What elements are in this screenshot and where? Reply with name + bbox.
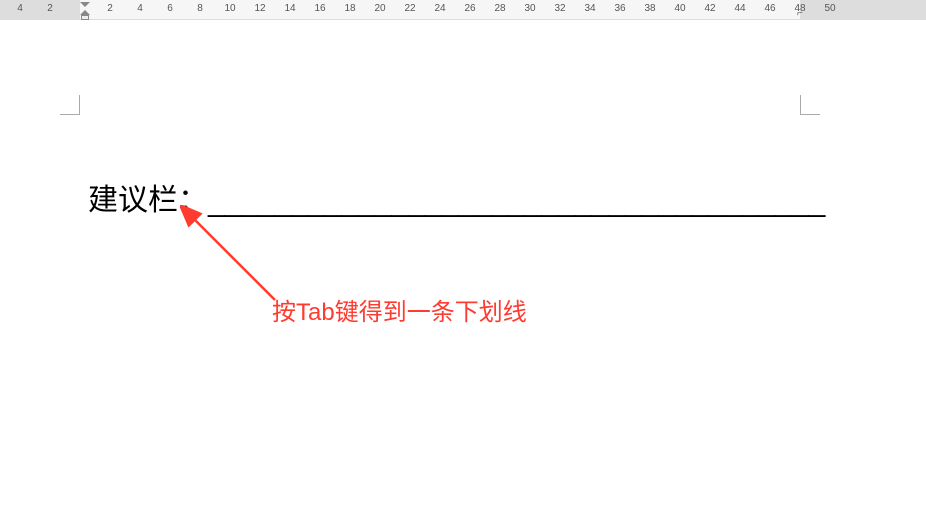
first-line-indent-icon[interactable] bbox=[80, 2, 90, 7]
tab-underline[interactable]: _____________________________________ bbox=[208, 185, 825, 219]
ruler-tick: 38 bbox=[644, 3, 655, 14]
ruler-tick: 6 bbox=[167, 3, 173, 14]
suggestion-label[interactable]: 建议栏： bbox=[88, 175, 208, 219]
ruler-tick: 34 bbox=[584, 3, 595, 14]
ruler-tick: 14 bbox=[284, 3, 295, 14]
tab-stop-marker[interactable]: ⌐ bbox=[797, 8, 803, 19]
ruler-tick: 46 bbox=[764, 3, 775, 14]
ruler-right-margin bbox=[800, 0, 926, 19]
annotation-text: 按Tab键得到一条下划线 bbox=[272, 292, 527, 327]
ruler-tick: 8 bbox=[197, 3, 203, 14]
document-line[interactable]: 建议栏： ___________________________________… bbox=[88, 175, 825, 219]
ruler-tick: 2 bbox=[47, 3, 53, 14]
ruler-tick: 4 bbox=[137, 3, 143, 14]
document-page[interactable]: 建议栏： ___________________________________… bbox=[0, 20, 926, 522]
ruler-tick: 2 bbox=[107, 3, 113, 14]
indent-marker[interactable] bbox=[80, 0, 90, 20]
ruler-tick: 50 bbox=[824, 3, 835, 14]
ruler-tick: 36 bbox=[614, 3, 625, 14]
ruler-tick: 40 bbox=[674, 3, 685, 14]
ruler-tick: 26 bbox=[464, 3, 475, 14]
left-indent-icon[interactable] bbox=[81, 15, 89, 20]
ruler-tick: 28 bbox=[494, 3, 505, 14]
ruler-tick: 32 bbox=[554, 3, 565, 14]
ruler-tick: 20 bbox=[374, 3, 385, 14]
horizontal-ruler[interactable]: 4224681012141618202224262830323436384042… bbox=[0, 0, 926, 20]
ruler-tick: 4 bbox=[17, 3, 23, 14]
ruler-tick: 10 bbox=[224, 3, 235, 14]
ruler-tick: 22 bbox=[404, 3, 415, 14]
margin-corner-top-left bbox=[60, 95, 80, 115]
ruler-tick: 16 bbox=[314, 3, 325, 14]
ruler-tick: 30 bbox=[524, 3, 535, 14]
ruler-tick: 18 bbox=[344, 3, 355, 14]
ruler-tick: 42 bbox=[704, 3, 715, 14]
margin-corner-top-right bbox=[800, 95, 820, 115]
ruler-tick: 44 bbox=[734, 3, 745, 14]
ruler-tick: 24 bbox=[434, 3, 445, 14]
ruler-tick: 12 bbox=[254, 3, 265, 14]
ruler-left-margin bbox=[0, 0, 80, 19]
